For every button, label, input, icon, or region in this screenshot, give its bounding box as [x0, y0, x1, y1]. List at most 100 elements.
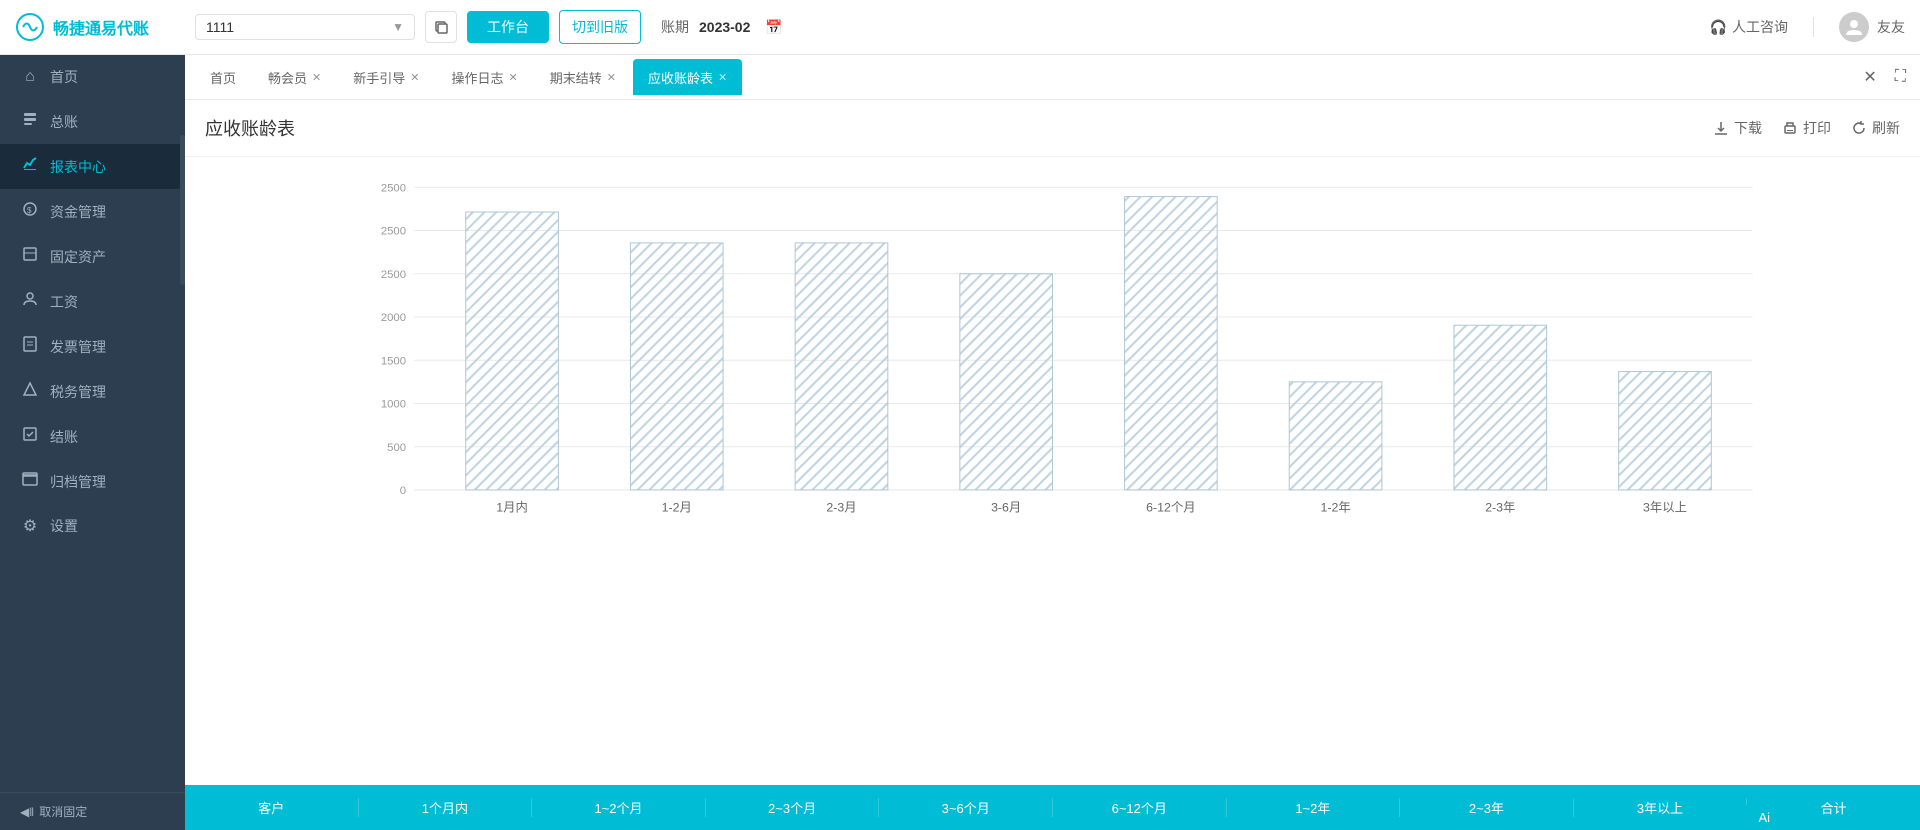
home-icon: ⌂ [20, 68, 40, 86]
unpin-icon: ◀‖ [20, 805, 34, 819]
svg-text:1月内: 1月内 [496, 501, 528, 515]
sidebar-label-invoice: 发票管理 [50, 337, 106, 357]
sidebar-label-asset: 固定资产 [50, 247, 106, 267]
sidebar-item-asset[interactable]: 固定资产 [0, 234, 185, 279]
chart-inner: 2500 2500 2500 2000 1500 1000 500 0 [215, 177, 1890, 527]
col-3year-plus: 3年以上 [1574, 798, 1748, 817]
download-button[interactable]: 下载 [1713, 118, 1762, 138]
svg-text:2-3年: 2-3年 [1485, 501, 1515, 515]
consult-label: 人工咨询 [1732, 17, 1788, 37]
sidebar-item-invoice[interactable]: 发票管理 [0, 324, 185, 369]
report-icon [20, 156, 40, 177]
sidebar-label-ledger: 总账 [50, 112, 78, 132]
download-icon [1713, 120, 1729, 136]
logo-icon [15, 12, 45, 42]
tab-guide-label: 新手引导 [353, 68, 405, 87]
page-content: 应收账龄表 下载 打印 刷新 [185, 100, 1920, 785]
tab-close-all-button[interactable]: ✕ [1859, 63, 1880, 91]
ai-badge[interactable]: Ai [1738, 805, 1790, 830]
page-title: 应收账龄表 [205, 115, 295, 141]
asset-icon [20, 246, 40, 267]
tab-aging[interactable]: 应收账龄表 ✕ [633, 59, 742, 95]
unpin-label: 取消固定 [39, 803, 87, 820]
ai-badge-label: Ai [1758, 810, 1770, 825]
svg-text:6-12个月: 6-12个月 [1146, 501, 1195, 515]
checkout-icon [20, 426, 40, 447]
user-area[interactable]: 友友 [1839, 12, 1905, 42]
tab-home[interactable]: 首页 [195, 59, 251, 95]
sidebar-label-fund: 资金管理 [50, 202, 106, 222]
tab-guide-close[interactable]: ✕ [410, 71, 419, 84]
company-selector[interactable]: 1111 ▼ [195, 14, 415, 40]
svg-text:3年以上: 3年以上 [1643, 501, 1687, 515]
workbench-button[interactable]: 工作台 [467, 11, 549, 43]
sidebar-label-settings: 设置 [50, 516, 78, 536]
col-customer: 客户 [185, 798, 359, 817]
sidebar-footer-pin[interactable]: ◀‖ 取消固定 [0, 792, 185, 830]
archive-icon [20, 471, 40, 492]
sidebar-item-salary[interactable]: 工资 [0, 279, 185, 324]
sidebar-item-fund[interactable]: $ 资金管理 [0, 189, 185, 234]
print-button[interactable]: 打印 [1782, 118, 1831, 138]
sidebar-label-salary: 工资 [50, 292, 78, 312]
consult-button[interactable]: 🎧 人工咨询 [1710, 17, 1788, 37]
tax-icon [20, 381, 40, 402]
logo-text: 畅捷通易代账 [53, 15, 149, 39]
tab-member-close[interactable]: ✕ [312, 71, 321, 84]
logo: 畅捷通易代账 [15, 12, 185, 42]
sidebar-label-report: 报表中心 [50, 157, 106, 177]
settings-icon: ⚙ [20, 516, 40, 536]
sidebar-item-archive[interactable]: 归档管理 [0, 459, 185, 504]
salary-icon [20, 291, 40, 312]
svg-text:2500: 2500 [381, 226, 406, 238]
tab-home-label: 首页 [210, 68, 236, 87]
sidebar-label-tax: 税务管理 [50, 382, 106, 402]
sidebar-label-archive: 归档管理 [50, 472, 106, 492]
tab-oplog-close[interactable]: ✕ [509, 71, 518, 84]
company-name: 1111 [206, 19, 387, 35]
col-2-3month: 2~3个月 [706, 798, 880, 817]
col-2-3year: 2~3年 [1400, 798, 1574, 817]
sidebar-item-settings[interactable]: ⚙ 设置 [0, 504, 185, 548]
col-1-2year: 1~2年 [1227, 798, 1401, 817]
sidebar-scrollbar[interactable] [180, 135, 185, 285]
calendar-icon[interactable]: 📅 [765, 19, 782, 36]
sidebar-item-home[interactable]: ⌂ 首页 [0, 55, 185, 99]
tab-bar: 首页 畅会员 ✕ 新手引导 ✕ 操作日志 ✕ 期末结转 ✕ [185, 55, 1920, 100]
tab-period[interactable]: 期末结转 ✕ [535, 59, 631, 95]
sidebar-label-checkout: 结账 [50, 427, 78, 447]
refresh-button[interactable]: 刷新 [1851, 118, 1900, 138]
col-6-12month: 6~12个月 [1053, 798, 1227, 817]
sidebar: ⌂ 首页 总账 报表中心 $ [0, 55, 185, 830]
fund-icon: $ [20, 201, 40, 222]
headset-icon: 🎧 [1710, 19, 1727, 36]
print-icon [1782, 120, 1798, 136]
sidebar-item-ledger[interactable]: 总账 [0, 99, 185, 144]
avatar [1839, 12, 1869, 42]
table-footer: 客户 1个月内 1~2个月 2~3个月 3~6个月 6~12个月 1~2年 2~… [185, 785, 1920, 830]
tab-aging-label: 应收账龄表 [648, 68, 713, 87]
svg-text:$: $ [27, 206, 32, 215]
sidebar-item-checkout[interactable]: 结账 [0, 414, 185, 459]
print-label: 打印 [1803, 118, 1831, 138]
tab-period-label: 期末结转 [550, 68, 602, 87]
copy-button[interactable] [425, 11, 457, 43]
sidebar-item-report[interactable]: 报表中心 [0, 144, 185, 189]
svg-text:2500: 2500 [381, 269, 406, 281]
tab-oplog-label: 操作日志 [451, 68, 503, 87]
tab-period-close[interactable]: ✕ [607, 71, 616, 84]
tab-guide[interactable]: 新手引导 ✕ [338, 59, 434, 95]
svg-text:3-6月: 3-6月 [991, 501, 1021, 515]
refresh-label: 刷新 [1872, 118, 1900, 138]
tab-fullscreen-button[interactable]: ⛶ [1891, 64, 1910, 90]
sidebar-label-home: 首页 [50, 67, 78, 87]
svg-text:500: 500 [387, 442, 406, 454]
svg-text:1500: 1500 [381, 355, 406, 367]
header-divider [1813, 17, 1814, 37]
tab-aging-close[interactable]: ✕ [718, 71, 727, 84]
sidebar-item-tax[interactable]: 税务管理 [0, 369, 185, 414]
tab-oplog[interactable]: 操作日志 ✕ [436, 59, 532, 95]
switch-old-button[interactable]: 切到旧版 [559, 10, 641, 44]
user-label: 友友 [1877, 17, 1905, 37]
tab-member[interactable]: 畅会员 ✕ [253, 59, 336, 95]
